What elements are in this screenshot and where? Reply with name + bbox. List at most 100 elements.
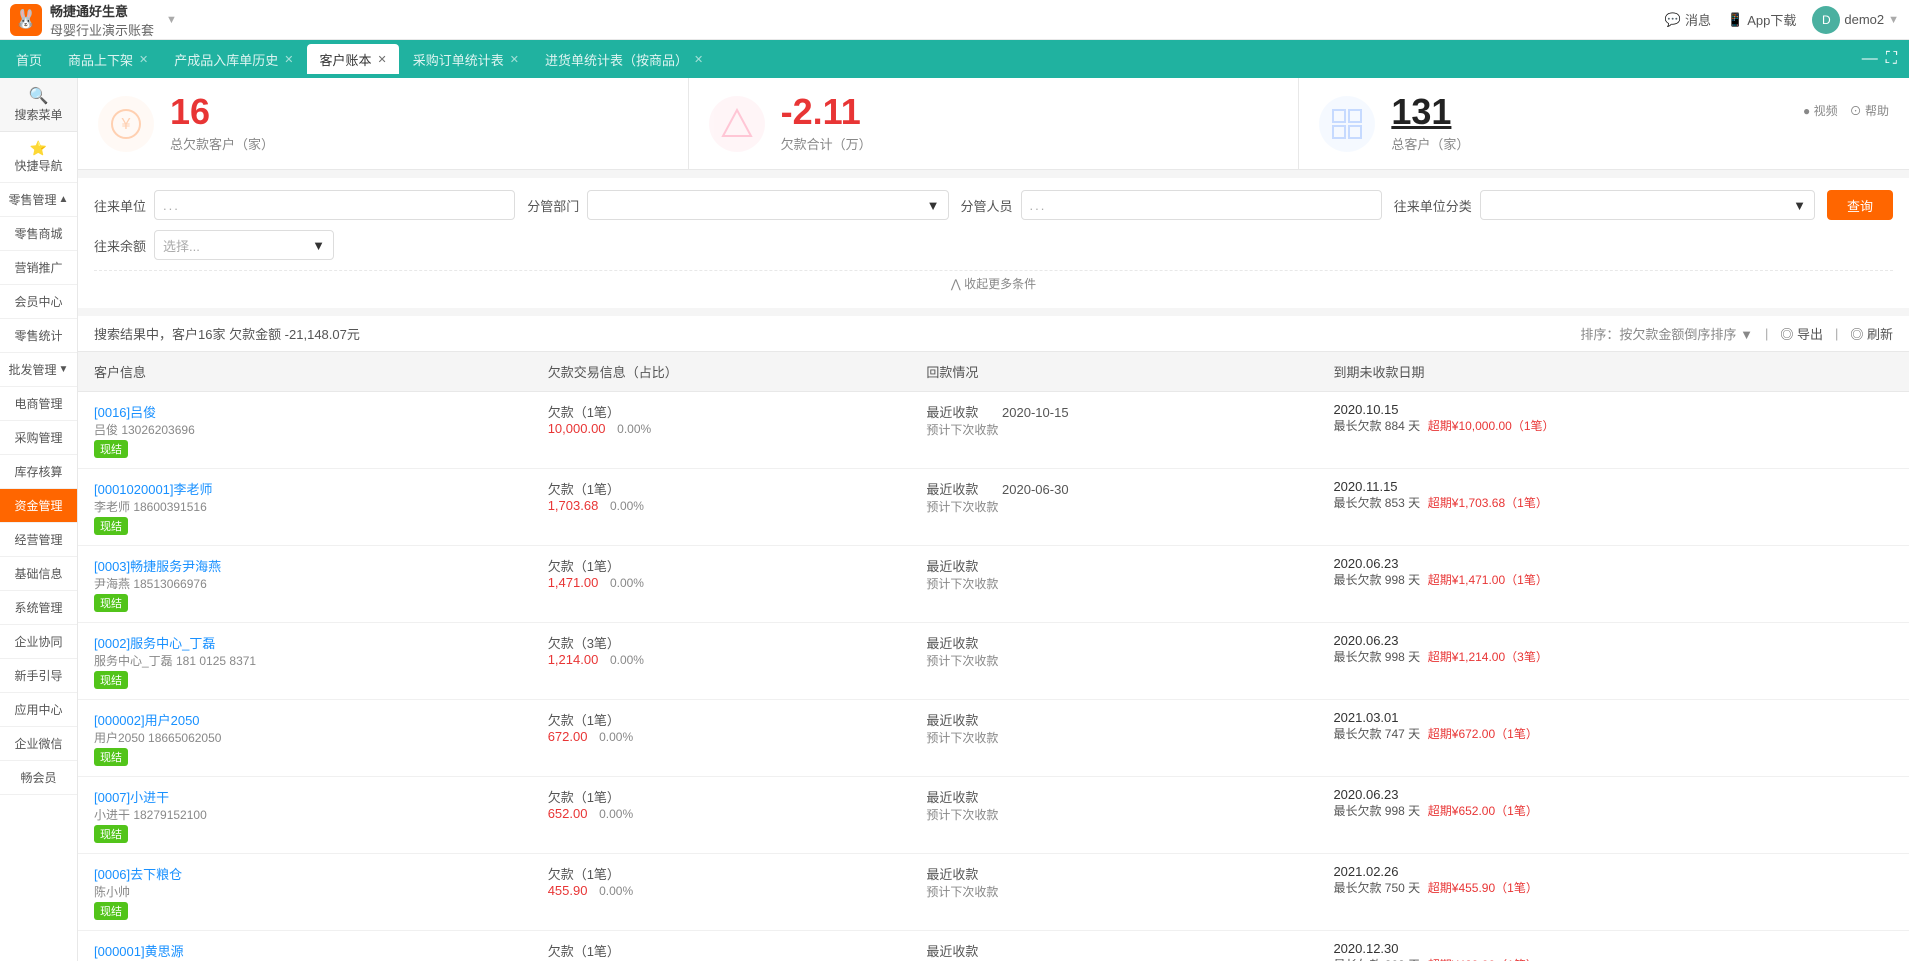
tab-import-stats[interactable]: 进货单统计表（按商品） ✕ xyxy=(533,44,715,74)
close-import-stats-icon[interactable]: ✕ xyxy=(694,53,703,66)
debt-amount-4[interactable]: 672.00 xyxy=(548,729,588,744)
close-purchase-stats-icon[interactable]: ✕ xyxy=(510,53,519,66)
close-production-history-icon[interactable]: ✕ xyxy=(284,53,293,66)
overdue-amount-0[interactable]: 超期¥10,000.00（1笔） xyxy=(1428,419,1555,433)
overdue-days-5: 最长欠款 998 天 xyxy=(1333,804,1420,818)
sidebar-item-quick-nav[interactable]: ⭐ 快捷导航 xyxy=(0,132,77,183)
table-row: [0007]小进干 小进干 18279152100 现结 欠款（1笔） 652.… xyxy=(78,777,1909,854)
overdue-amount-6[interactable]: 超期¥455.90（1笔） xyxy=(1428,881,1538,895)
sidebar-item-retail-mgmt[interactable]: 零售管理 ▲ xyxy=(0,183,77,217)
sidebar-item-app-center[interactable]: 应用中心 xyxy=(0,693,77,727)
cell-due-date-7: 2020.12.30 最长欠款 808 天 超期¥429.00（1笔） xyxy=(1317,931,1909,961)
total-customers-icon xyxy=(1319,96,1375,152)
customer-badge-6: 现结 xyxy=(94,902,128,920)
close-customer-account-icon[interactable]: ✕ xyxy=(378,53,387,66)
overdue-amount-5[interactable]: 超期¥652.00（1笔） xyxy=(1428,804,1538,818)
sidebar-item-system-mgmt[interactable]: 系统管理 xyxy=(0,591,77,625)
debt-ratio-5: 0.00% xyxy=(599,807,633,821)
tab-home[interactable]: 首页 xyxy=(4,44,54,74)
sidebar-item-capital-mgmt[interactable]: 资金管理 xyxy=(0,489,77,523)
customer-phone-5: 小进干 18279152100 xyxy=(94,806,516,823)
total-customers-value: 131 xyxy=(1391,94,1469,130)
unit-category-select[interactable]: ▼ xyxy=(1480,190,1815,220)
message-icon: 💬 xyxy=(1665,12,1681,28)
tab-customer-account[interactable]: 客户账本 ✕ xyxy=(307,44,398,74)
tab-purchase-stats[interactable]: 采购订单统计表 ✕ xyxy=(401,44,531,74)
tab-production-history[interactable]: 产成品入库单历史 ✕ xyxy=(162,44,305,74)
search-button[interactable]: 查询 xyxy=(1827,190,1893,220)
tab-minimize-icon[interactable]: — xyxy=(1862,50,1878,68)
dropdown-icon[interactable]: ▼ xyxy=(166,14,177,26)
overdue-amount-2[interactable]: 超期¥1,471.00（1笔） xyxy=(1428,573,1548,587)
cell-due-date-2: 2020.06.23 最长欠款 998 天 超期¥1,471.00（1笔） xyxy=(1317,546,1909,623)
sidebar-item-purchase-mgmt[interactable]: 采购管理 xyxy=(0,421,77,455)
debt-count-5: 欠款（1笔） xyxy=(548,787,895,806)
customer-name-4[interactable]: [000002]用户2050 xyxy=(94,710,516,729)
sidebar-item-business-mgmt[interactable]: 经营管理 xyxy=(0,523,77,557)
avatar: D xyxy=(1812,6,1840,34)
customer-name-2[interactable]: [0003]畅捷服务尹海燕 xyxy=(94,556,516,575)
tab-import-stats-label: 进货单统计表（按商品） xyxy=(545,50,688,69)
customer-name-3[interactable]: [0002]服务中心_丁磊 xyxy=(94,633,516,652)
tab-product-shelves[interactable]: 商品上下架 ✕ xyxy=(56,44,160,74)
help-icon[interactable]: ⊙ 帮助 xyxy=(1850,102,1889,119)
col-payment-status: 回款情况 xyxy=(910,352,1317,392)
sidebar-item-marketing[interactable]: 营销推广 xyxy=(0,251,77,285)
debt-count-0: 欠款（1笔） xyxy=(548,402,895,421)
customer-name-7[interactable]: [000001]黄思源 xyxy=(94,941,516,960)
collapse-bar[interactable]: ⋀ 收起更多条件 xyxy=(94,270,1893,296)
debt-amount-3[interactable]: 1,214.00 xyxy=(548,652,599,667)
debt-amount-1[interactable]: 1,703.68 xyxy=(548,498,599,513)
debt-amount-2[interactable]: 1,471.00 xyxy=(548,575,599,590)
sidebar-item-member-center[interactable]: 会员中心 xyxy=(0,285,77,319)
view-icon[interactable]: ● 视频 xyxy=(1803,102,1838,119)
incoming-balance-select[interactable]: 选择... ▼ xyxy=(154,230,334,260)
customer-badge-5: 现结 xyxy=(94,825,128,843)
sidebar-item-enterprise-wechat[interactable]: 企业微信 xyxy=(0,727,77,761)
sidebar-item-enterprise-coop[interactable]: 企业协同 xyxy=(0,625,77,659)
customer-name-6[interactable]: [0006]去下粮仓 xyxy=(94,864,516,883)
debt-amount-5[interactable]: 652.00 xyxy=(548,806,588,821)
app-download-btn[interactable]: 📱 App下载 xyxy=(1727,10,1796,29)
sidebar-item-retail-stats[interactable]: 零售统计 xyxy=(0,319,77,353)
header-right: 💬 消息 📱 App下载 D demo2 ▼ xyxy=(1665,6,1899,34)
incoming-unit-input[interactable]: ... xyxy=(154,190,515,220)
stat-card-debt-amount: -2.11 欠款合计（万） xyxy=(689,78,1300,169)
user-profile[interactable]: D demo2 ▼ xyxy=(1812,6,1899,34)
sidebar-item-inventory[interactable]: 库存核算 xyxy=(0,455,77,489)
main-layout: 🔍 搜索菜单 ⭐ 快捷导航 零售管理 ▲ 零售商城 营销推广 会员中心 零售统计… xyxy=(0,78,1909,961)
due-date-3: 2020.06.23 xyxy=(1333,633,1893,648)
sidebar-item-ecommerce[interactable]: 电商管理 xyxy=(0,387,77,421)
sidebar-search[interactable]: 🔍 搜索菜单 xyxy=(0,78,77,132)
manager-input[interactable]: ... xyxy=(1021,190,1382,220)
messages-btn[interactable]: 💬 消息 xyxy=(1665,10,1711,29)
tab-maximize-icon[interactable]: ⛶ xyxy=(1886,50,1897,68)
sidebar-item-batch-mgmt[interactable]: 批发管理 ▼ xyxy=(0,353,77,387)
customer-name-0[interactable]: [0016]吕俊 xyxy=(94,402,516,421)
col-due-date: 到期未收款日期 xyxy=(1317,352,1909,392)
sidebar-item-pro-member[interactable]: 畅会员 xyxy=(0,761,77,795)
overdue-amount-4[interactable]: 超期¥672.00（1笔） xyxy=(1428,727,1538,741)
close-product-shelves-icon[interactable]: ✕ xyxy=(139,53,148,66)
sidebar-item-new-guide[interactable]: 新手引导 xyxy=(0,659,77,693)
customer-name-5[interactable]: [0007]小进干 xyxy=(94,787,516,806)
sort-label[interactable]: 排序：按欠款金额倒序排序 ▼ xyxy=(1580,324,1753,343)
stat-card-total-customers: 131 总客户（家） ● 视频 ⊙ 帮助 xyxy=(1299,78,1909,169)
stat-actions: ● 视频 ⊙ 帮助 xyxy=(1803,94,1889,119)
debt-amount-0[interactable]: 10,000.00 xyxy=(548,421,606,436)
department-select[interactable]: ▼ xyxy=(587,190,948,220)
due-date-2: 2020.06.23 xyxy=(1333,556,1893,571)
customer-badge-4: 现结 xyxy=(94,748,128,766)
customer-name-1[interactable]: [0001020001]李老师 xyxy=(94,479,516,498)
overdue-amount-3[interactable]: 超期¥1,214.00（3笔） xyxy=(1428,650,1548,664)
export-btn[interactable]: ◎ 导出 xyxy=(1780,324,1823,343)
sidebar-item-retail-store[interactable]: 零售商城 xyxy=(0,217,77,251)
refresh-btn[interactable]: ◎ 刷新 xyxy=(1850,324,1893,343)
overdue-amount-1[interactable]: 超期¥1,703.68（1笔） xyxy=(1428,496,1548,510)
debt-amount-6[interactable]: 455.90 xyxy=(548,883,588,898)
debt-customers-label: 总欠款客户（家） xyxy=(170,134,274,153)
unit-category-label: 往来单位分类 xyxy=(1394,196,1472,215)
next-payment-2: 预计下次收款 xyxy=(926,575,1301,592)
tab-product-shelves-label: 商品上下架 xyxy=(68,50,133,69)
sidebar-item-basic-info[interactable]: 基础信息 xyxy=(0,557,77,591)
